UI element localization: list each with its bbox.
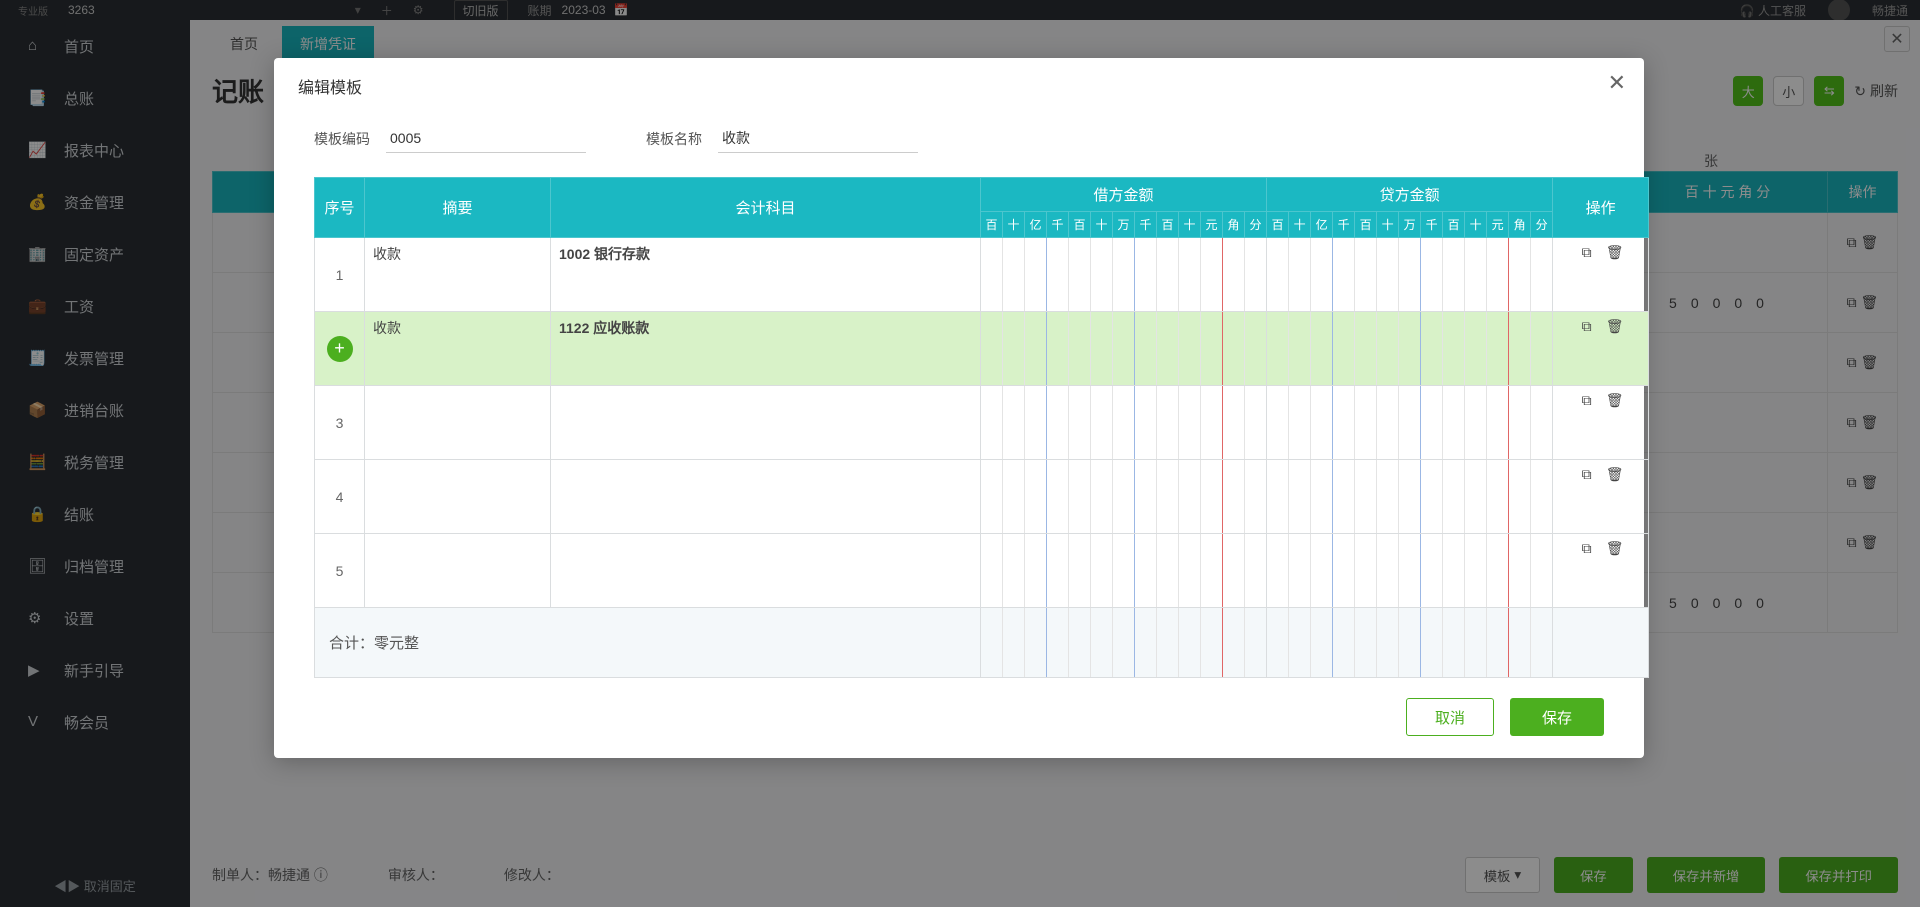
digit-header: 百 xyxy=(1069,212,1091,238)
col-debit: 借方金额 xyxy=(981,178,1267,212)
digit-header: 十 xyxy=(1091,212,1113,238)
modal-close-icon[interactable]: ✕ xyxy=(1608,70,1626,96)
table-row[interactable]: 5⧉🗑 xyxy=(315,534,1649,608)
template-table: 序号 摘要 会计科目 借方金额 贷方金额 操作 百十亿千百十万千百十元角分百十亿… xyxy=(314,177,1649,678)
table-row[interactable]: +收款1122 应收账款⧉🗑 xyxy=(315,312,1649,386)
digit-header: 百 xyxy=(1355,212,1377,238)
row-ops: ⧉🗑 xyxy=(1553,460,1649,534)
digit-header: 千 xyxy=(1047,212,1069,238)
template-name-label: 模板名称 xyxy=(646,129,702,149)
row-account[interactable] xyxy=(551,534,981,608)
row-summary[interactable] xyxy=(365,534,551,608)
digit-header: 千 xyxy=(1135,212,1157,238)
digit-header: 亿 xyxy=(1025,212,1047,238)
row-ops: ⧉🗑 xyxy=(1553,534,1649,608)
row-account[interactable] xyxy=(551,386,981,460)
digit-header: 百 xyxy=(1157,212,1179,238)
digit-header: 亿 xyxy=(1311,212,1333,238)
digit-header: 角 xyxy=(1509,212,1531,238)
row-summary[interactable] xyxy=(365,386,551,460)
row-summary[interactable]: 收款 xyxy=(365,238,551,312)
row-debit[interactable] xyxy=(981,312,1267,386)
row-credit[interactable] xyxy=(1267,386,1553,460)
edit-template-modal: 编辑模板 ✕ 模板编码 模板名称 序号 摘要 会计科目 借方金额 xyxy=(274,58,1644,758)
digit-header: 十 xyxy=(1179,212,1201,238)
row-account[interactable]: 1122 应收账款 xyxy=(551,312,981,386)
digit-header: 百 xyxy=(981,212,1003,238)
modal-save-button[interactable]: 保存 xyxy=(1510,698,1604,736)
total-debit xyxy=(981,608,1267,678)
row-seq: 1 xyxy=(315,238,365,312)
row-ops: ⧉🗑 xyxy=(1553,386,1649,460)
digit-header: 十 xyxy=(1465,212,1487,238)
row-seq: + xyxy=(315,312,365,386)
total-ops xyxy=(1553,608,1649,678)
digit-header: 角 xyxy=(1223,212,1245,238)
col-seq: 序号 xyxy=(315,178,365,238)
modal-cancel-button[interactable]: 取消 xyxy=(1406,698,1494,736)
row-seq: 4 xyxy=(315,460,365,534)
row-credit[interactable] xyxy=(1267,460,1553,534)
row-credit[interactable] xyxy=(1267,534,1553,608)
delete-row-icon[interactable]: 🗑 xyxy=(1606,392,1624,410)
template-name-input[interactable] xyxy=(718,124,918,153)
digit-header: 十 xyxy=(1289,212,1311,238)
row-ops: ⧉🗑 xyxy=(1553,312,1649,386)
row-credit[interactable] xyxy=(1267,312,1553,386)
template-code-input[interactable] xyxy=(386,124,586,153)
row-seq: 3 xyxy=(315,386,365,460)
add-row-button[interactable]: + xyxy=(327,336,353,362)
delete-row-icon[interactable]: 🗑 xyxy=(1606,466,1624,484)
digit-header: 元 xyxy=(1201,212,1223,238)
digit-header: 万 xyxy=(1399,212,1421,238)
copy-row-icon[interactable]: ⧉ xyxy=(1578,318,1596,336)
digit-header: 分 xyxy=(1531,212,1553,238)
digit-header: 十 xyxy=(1377,212,1399,238)
digit-header: 十 xyxy=(1003,212,1025,238)
row-summary[interactable] xyxy=(365,460,551,534)
col-account: 会计科目 xyxy=(551,178,981,238)
digit-header: 百 xyxy=(1443,212,1465,238)
digit-header: 百 xyxy=(1267,212,1289,238)
row-debit[interactable] xyxy=(981,386,1267,460)
col-summary: 摘要 xyxy=(365,178,551,238)
digit-header: 万 xyxy=(1113,212,1135,238)
digit-header: 千 xyxy=(1333,212,1355,238)
template-code-label: 模板编码 xyxy=(314,129,370,149)
modal-title: 编辑模板 xyxy=(298,74,362,98)
row-debit[interactable] xyxy=(981,534,1267,608)
col-credit: 贷方金额 xyxy=(1267,178,1553,212)
digit-header: 千 xyxy=(1421,212,1443,238)
delete-row-icon[interactable]: 🗑 xyxy=(1606,318,1624,336)
digit-header: 元 xyxy=(1487,212,1509,238)
table-row[interactable]: 1收款1002 银行存款⧉🗑 xyxy=(315,238,1649,312)
table-row[interactable]: 4⧉🗑 xyxy=(315,460,1649,534)
copy-row-icon[interactable]: ⧉ xyxy=(1578,244,1596,262)
delete-row-icon[interactable]: 🗑 xyxy=(1606,244,1624,262)
delete-row-icon[interactable]: 🗑 xyxy=(1606,540,1624,558)
row-account[interactable] xyxy=(551,460,981,534)
col-ops: 操作 xyxy=(1553,178,1649,238)
table-row[interactable]: 3⧉🗑 xyxy=(315,386,1649,460)
copy-row-icon[interactable]: ⧉ xyxy=(1578,466,1596,484)
row-account[interactable]: 1002 银行存款 xyxy=(551,238,981,312)
copy-row-icon[interactable]: ⧉ xyxy=(1578,540,1596,558)
digit-header: 分 xyxy=(1245,212,1267,238)
total-credit xyxy=(1267,608,1553,678)
total-label: 合计：零元整 xyxy=(315,608,981,678)
row-debit[interactable] xyxy=(981,460,1267,534)
row-debit[interactable] xyxy=(981,238,1267,312)
row-seq: 5 xyxy=(315,534,365,608)
row-summary[interactable]: 收款 xyxy=(365,312,551,386)
copy-row-icon[interactable]: ⧉ xyxy=(1578,392,1596,410)
row-ops: ⧉🗑 xyxy=(1553,238,1649,312)
row-credit[interactable] xyxy=(1267,238,1553,312)
